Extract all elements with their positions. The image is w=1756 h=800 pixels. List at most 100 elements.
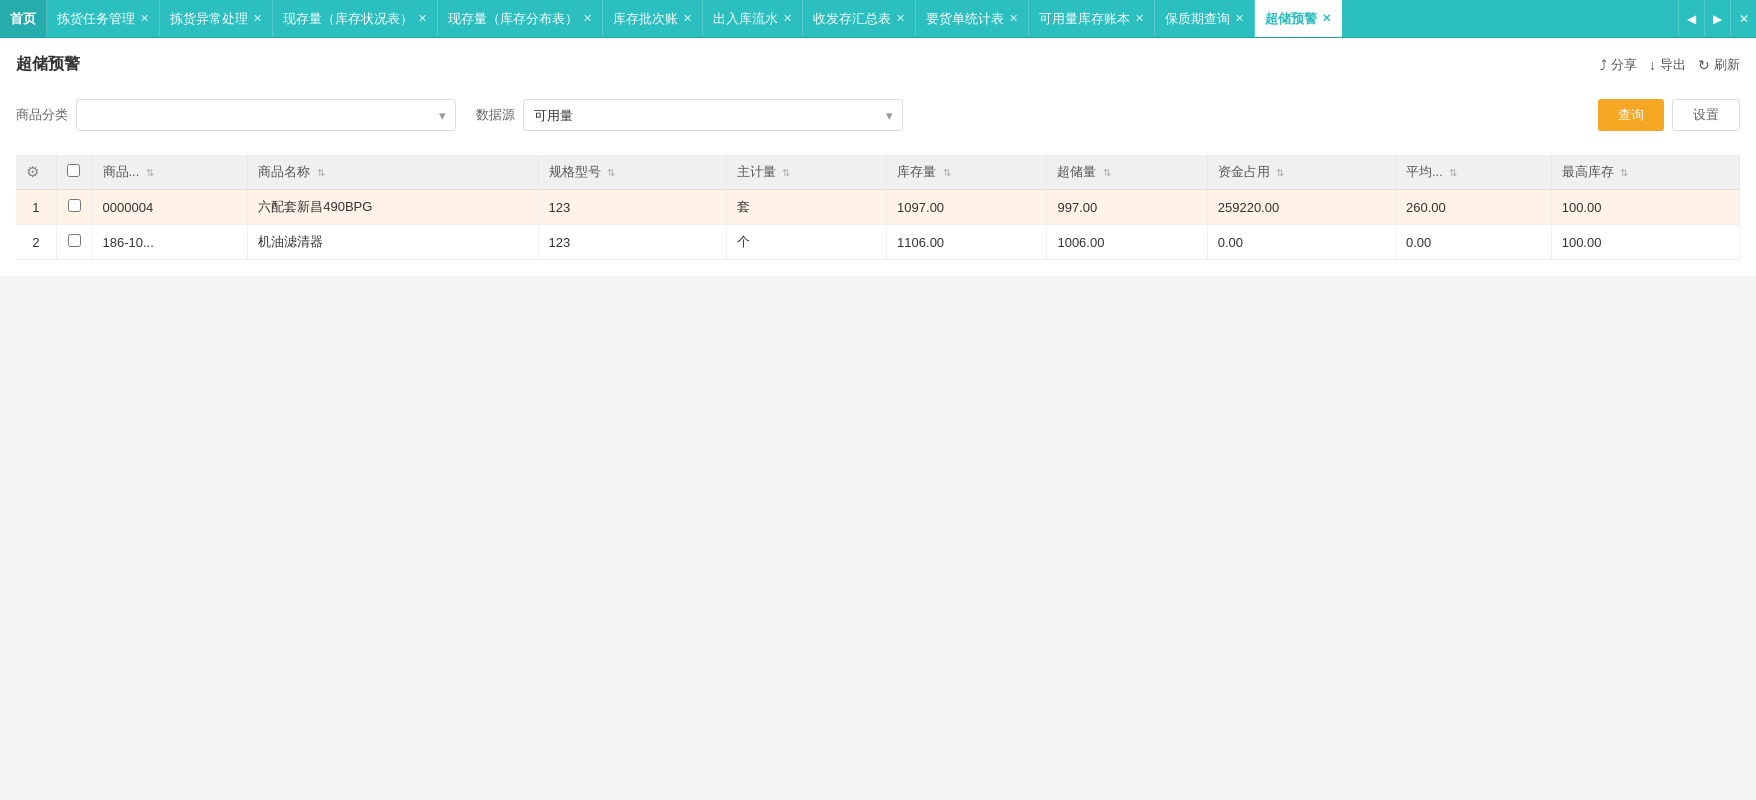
col-capital-label: 资金占用 bbox=[1218, 164, 1270, 179]
nav-stock-dist[interactable]: 现存量（库存分布表） ✕ bbox=[438, 0, 603, 38]
nav-recv-summary-close[interactable]: ✕ bbox=[896, 12, 905, 25]
nav-arrow-right[interactable]: ▶ bbox=[1704, 0, 1730, 38]
filter-actions: 查询 设置 bbox=[1598, 99, 1740, 131]
filter-datasource: 数据源 可用量 实际库存 bbox=[476, 99, 903, 131]
row-capital: 0.00 bbox=[1207, 225, 1395, 260]
col-max[interactable]: 最高库存 ⇅ bbox=[1551, 155, 1739, 190]
nav-over-stock[interactable]: 超储预警 ✕ bbox=[1255, 0, 1342, 38]
data-table: ⚙ 商品... ⇅ 商品名称 ⇅ 规格型号 ⇅ 主计量 bbox=[16, 155, 1740, 260]
share-icon: ⤴ bbox=[1600, 57, 1607, 73]
nav-pick-task-close[interactable]: ✕ bbox=[140, 12, 149, 25]
nav-avail-book[interactable]: 可用量库存账本 ✕ bbox=[1029, 0, 1155, 38]
row-spec: 123 bbox=[538, 225, 726, 260]
nav-recv-summary[interactable]: 收发存汇总表 ✕ bbox=[803, 0, 916, 38]
nav-pick-exception[interactable]: 拣货异常处理 ✕ bbox=[160, 0, 273, 38]
sort-name-icon: ⇅ bbox=[317, 167, 325, 178]
row-unit: 个 bbox=[726, 225, 886, 260]
export-label: 导出 bbox=[1660, 56, 1686, 74]
nav-stock-status-label: 现存量（库存状况表） bbox=[283, 10, 413, 28]
nav-stock-status[interactable]: 现存量（库存状况表） ✕ bbox=[273, 0, 438, 38]
sort-unit-icon: ⇅ bbox=[782, 167, 790, 178]
nav-batch-account[interactable]: 库存批次账 ✕ bbox=[603, 0, 703, 38]
col-max-label: 最高库存 bbox=[1562, 164, 1614, 179]
datasource-select-wrapper: 可用量 实际库存 bbox=[523, 99, 903, 131]
datasource-label: 数据源 bbox=[476, 106, 515, 124]
col-spec-label: 规格型号 bbox=[549, 164, 601, 179]
row-seq: 2 bbox=[16, 225, 56, 260]
row-seq: 1 bbox=[16, 190, 56, 225]
row-checkbox-cell[interactable] bbox=[56, 190, 92, 225]
sort-code-icon: ⇅ bbox=[146, 167, 154, 178]
category-label: 商品分类 bbox=[16, 106, 68, 124]
nav-inout-flow-label: 出入库流水 bbox=[713, 10, 778, 28]
nav-pick-exception-close[interactable]: ✕ bbox=[253, 12, 262, 25]
nav-avail-book-label: 可用量库存账本 bbox=[1039, 10, 1130, 28]
nav-stock-dist-label: 现存量（库存分布表） bbox=[448, 10, 578, 28]
col-spec[interactable]: 规格型号 ⇅ bbox=[538, 155, 726, 190]
nav-pick-task[interactable]: 拣货任务管理 ✕ bbox=[47, 0, 160, 38]
nav-over-stock-close[interactable]: ✕ bbox=[1322, 12, 1331, 25]
nav-pick-task-label: 拣货任务管理 bbox=[57, 10, 135, 28]
col-gear[interactable]: ⚙ bbox=[16, 155, 56, 190]
sort-avg-icon: ⇅ bbox=[1449, 167, 1457, 178]
col-name-label: 商品名称 bbox=[258, 164, 310, 179]
col-name[interactable]: 商品名称 ⇅ bbox=[248, 155, 538, 190]
nav-shelf-life-close[interactable]: ✕ bbox=[1235, 12, 1244, 25]
nav-shelf-life-label: 保质期查询 bbox=[1165, 10, 1230, 28]
col-avg[interactable]: 平均... ⇅ bbox=[1395, 155, 1551, 190]
row-max: 100.00 bbox=[1551, 225, 1739, 260]
settings-button[interactable]: 设置 bbox=[1672, 99, 1740, 131]
nav-stock-dist-close[interactable]: ✕ bbox=[583, 12, 592, 25]
select-all-checkbox[interactable] bbox=[67, 164, 80, 177]
table-header-row: ⚙ 商品... ⇅ 商品名称 ⇅ 规格型号 ⇅ 主计量 bbox=[16, 155, 1740, 190]
nav-recv-summary-label: 收发存汇总表 bbox=[813, 10, 891, 28]
col-unit-label: 主计量 bbox=[737, 164, 776, 179]
nav-batch-account-label: 库存批次账 bbox=[613, 10, 678, 28]
row-stock: 1106.00 bbox=[887, 225, 1047, 260]
col-unit[interactable]: 主计量 ⇅ bbox=[726, 155, 886, 190]
row-over: 997.00 bbox=[1047, 190, 1207, 225]
export-icon: ↓ bbox=[1649, 57, 1656, 73]
nav-order-stat[interactable]: 要货单统计表 ✕ bbox=[916, 0, 1029, 38]
row-stock: 1097.00 bbox=[887, 190, 1047, 225]
top-navigation: 首页 拣货任务管理 ✕ 拣货异常处理 ✕ 现存量（库存状况表） ✕ 现存量（库存… bbox=[0, 0, 1756, 38]
nav-batch-account-close[interactable]: ✕ bbox=[683, 12, 692, 25]
col-select-all[interactable] bbox=[56, 155, 92, 190]
nav-arrow-close-all[interactable]: ✕ bbox=[1730, 0, 1756, 38]
row-name: 机油滤清器 bbox=[248, 225, 538, 260]
row-max: 100.00 bbox=[1551, 190, 1739, 225]
nav-home[interactable]: 首页 bbox=[0, 0, 47, 38]
nav-order-stat-close[interactable]: ✕ bbox=[1009, 12, 1018, 25]
category-select[interactable] bbox=[76, 99, 456, 131]
nav-inout-flow[interactable]: 出入库流水 ✕ bbox=[703, 0, 803, 38]
gear-icon[interactable]: ⚙ bbox=[26, 163, 39, 180]
col-stock-label: 库存量 bbox=[897, 164, 936, 179]
nav-stock-status-close[interactable]: ✕ bbox=[418, 12, 427, 25]
row-capital: 259220.00 bbox=[1207, 190, 1395, 225]
category-select-wrapper bbox=[76, 99, 456, 131]
nav-arrow-left[interactable]: ◀ bbox=[1678, 0, 1704, 38]
datasource-select[interactable]: 可用量 实际库存 bbox=[523, 99, 903, 131]
row-checkbox-cell[interactable] bbox=[56, 225, 92, 260]
row-checkbox[interactable] bbox=[68, 199, 81, 212]
query-button[interactable]: 查询 bbox=[1598, 99, 1664, 131]
sort-over-icon: ⇅ bbox=[1103, 167, 1111, 178]
col-stock[interactable]: 库存量 ⇅ bbox=[887, 155, 1047, 190]
col-over-label: 超储量 bbox=[1057, 164, 1096, 179]
row-checkbox[interactable] bbox=[68, 234, 81, 247]
row-code: 186-10... bbox=[92, 225, 248, 260]
nav-inout-flow-close[interactable]: ✕ bbox=[783, 12, 792, 25]
col-over[interactable]: 超储量 ⇅ bbox=[1047, 155, 1207, 190]
sort-stock-icon: ⇅ bbox=[943, 167, 951, 178]
export-button[interactable]: ↓ 导出 bbox=[1649, 56, 1686, 74]
col-code[interactable]: 商品... ⇅ bbox=[92, 155, 248, 190]
nav-avail-book-close[interactable]: ✕ bbox=[1135, 12, 1144, 25]
row-avg: 260.00 bbox=[1395, 190, 1551, 225]
nav-shelf-life[interactable]: 保质期查询 ✕ bbox=[1155, 0, 1255, 38]
col-capital[interactable]: 资金占用 ⇅ bbox=[1207, 155, 1395, 190]
nav-over-stock-label: 超储预警 bbox=[1265, 10, 1317, 28]
nav-home-label: 首页 bbox=[10, 10, 36, 28]
refresh-button[interactable]: ↻ 刷新 bbox=[1698, 56, 1740, 74]
nav-arrow-group: ◀ ▶ ✕ bbox=[1678, 0, 1756, 38]
share-button[interactable]: ⤴ 分享 bbox=[1600, 56, 1637, 74]
